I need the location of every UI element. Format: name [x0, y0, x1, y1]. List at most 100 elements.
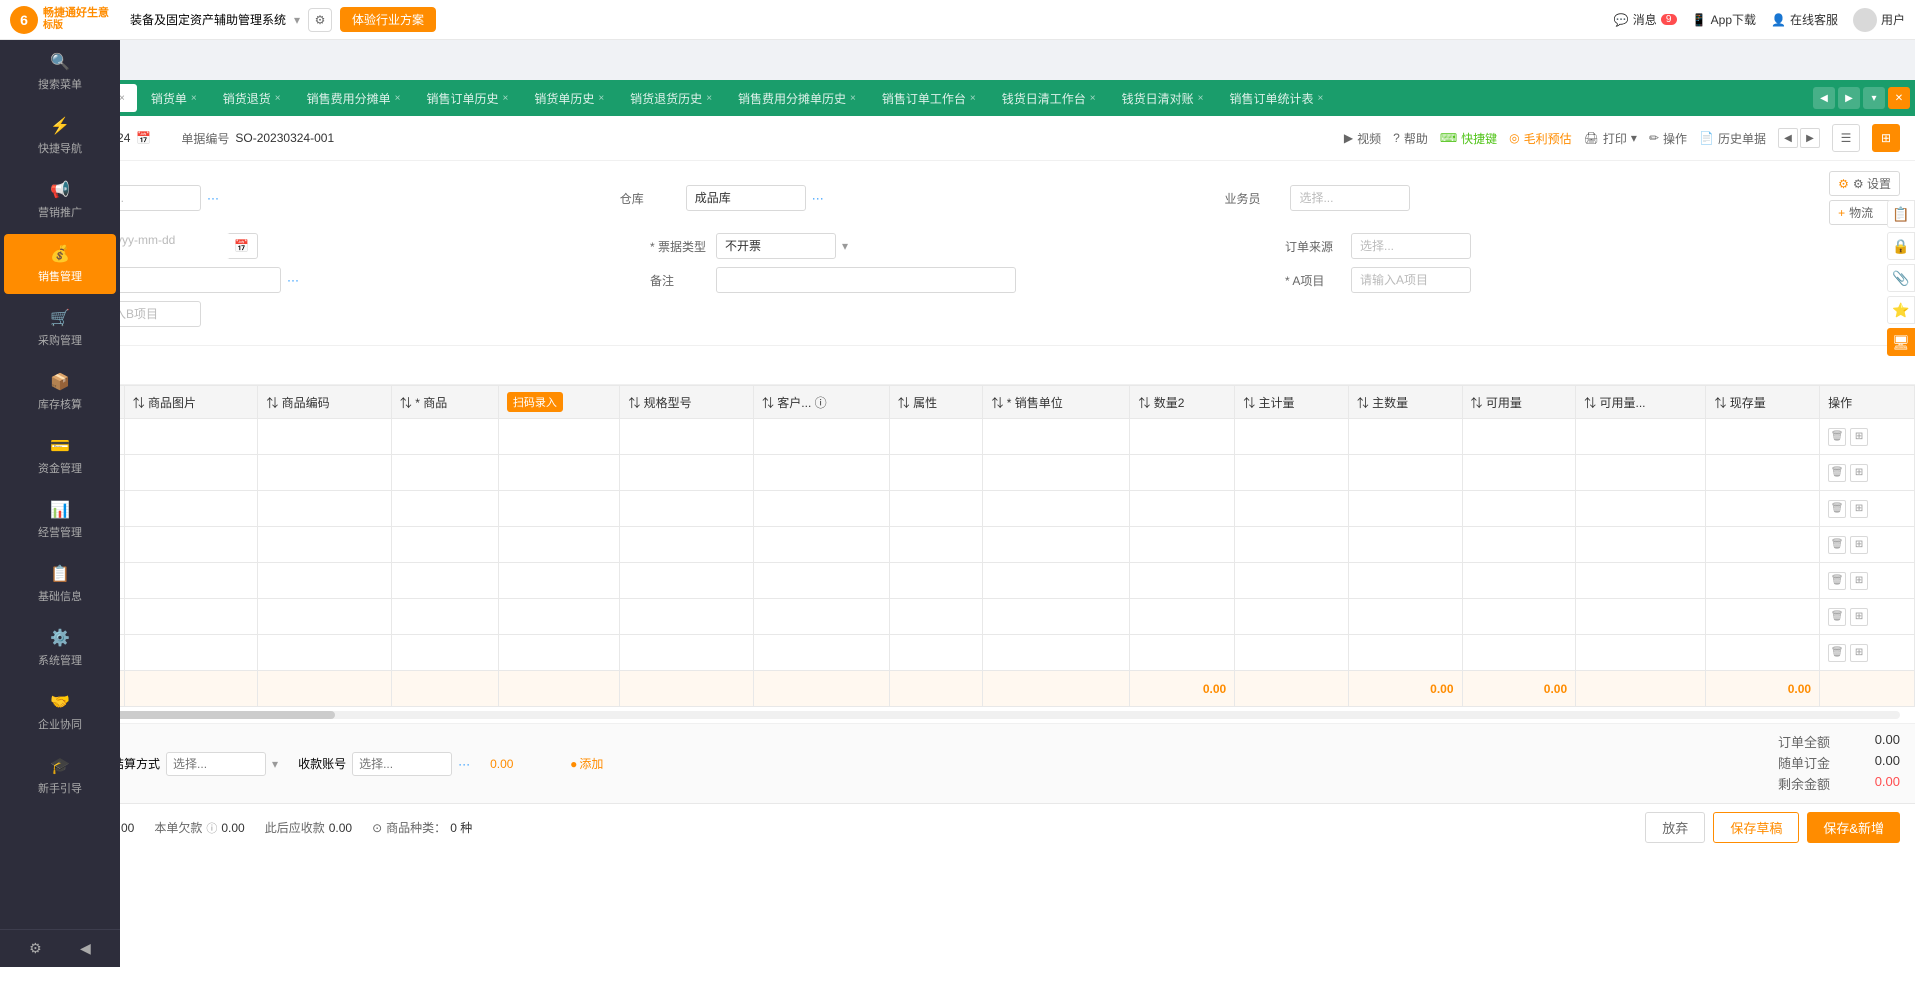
- cell-2-avail[interactable]: [1462, 455, 1576, 491]
- save-draft-button[interactable]: 保存草稿: [1713, 812, 1799, 843]
- row-2-delete-icon[interactable]: 🗑: [1828, 464, 1846, 482]
- tab-order-workbench[interactable]: 销售订单工作台 ×: [870, 84, 988, 112]
- add-button[interactable]: ● 添加: [570, 755, 603, 772]
- cell-1-attr[interactable]: [889, 419, 983, 455]
- row-1-copy-icon[interactable]: ⊞: [1850, 428, 1868, 446]
- cell-2-main-qty[interactable]: [1348, 455, 1462, 491]
- ticket-input[interactable]: 不开票: [716, 233, 836, 259]
- ticket-dropdown-icon[interactable]: ▾: [842, 239, 848, 253]
- print-dropdown-icon[interactable]: ▾: [1631, 131, 1637, 145]
- tab-close-sales-order-history[interactable]: ×: [502, 93, 508, 104]
- payment-method-input[interactable]: [166, 752, 266, 776]
- tab-close-cash-workbench[interactable]: ×: [1090, 93, 1096, 104]
- address-more-icon[interactable]: ···: [287, 273, 299, 287]
- cell-2-attr[interactable]: [889, 455, 983, 491]
- nav-next-button[interactable]: ▶: [1800, 128, 1820, 148]
- cell-1-main-unit[interactable]: [1235, 419, 1349, 455]
- tab-close-sales-expense[interactable]: ×: [395, 93, 401, 104]
- row-5-delete-icon[interactable]: 🗑: [1828, 572, 1846, 590]
- row-1-delete-icon[interactable]: 🗑: [1828, 428, 1846, 446]
- cell-1-customer[interactable]: [753, 419, 889, 455]
- nav-prev-button[interactable]: ◀: [1778, 128, 1798, 148]
- list-view-button[interactable]: ☰: [1832, 124, 1860, 152]
- cell-2-image[interactable]: [124, 455, 258, 491]
- cell-1-avail[interactable]: [1462, 419, 1576, 455]
- row-5-copy-icon[interactable]: ⊞: [1850, 572, 1868, 590]
- tab-sales-expense[interactable]: 销售费用分摊单 ×: [295, 84, 413, 112]
- cell-2-unit[interactable]: [983, 455, 1130, 491]
- tab-goods-history[interactable]: 销货单历史 ×: [522, 84, 616, 112]
- sidebar-item-purchase[interactable]: 🛒 采购管理: [4, 298, 116, 358]
- right-panel-clipboard-button[interactable]: 📋: [1887, 200, 1915, 228]
- customer-more-icon[interactable]: ···: [207, 191, 219, 205]
- tab-sales-stats[interactable]: 销售订单统计表 ×: [1217, 84, 1335, 112]
- cell-1-unit[interactable]: [983, 419, 1130, 455]
- right-panel-screen-button[interactable]: 🖥: [1887, 328, 1915, 356]
- operation-toolbar-item[interactable]: ✏ 操作: [1649, 130, 1687, 147]
- payment-dropdown-icon[interactable]: ▾: [272, 757, 278, 771]
- sidebar-item-marketing[interactable]: 📢 营销推广: [4, 170, 116, 230]
- row-7-delete-icon[interactable]: 🗑: [1828, 644, 1846, 662]
- user-area[interactable]: 用户: [1853, 8, 1905, 32]
- cell-1-code[interactable]: [258, 419, 392, 455]
- settings-float-button[interactable]: ⚙ ⚙ 设置: [1829, 171, 1900, 196]
- tab-prev-button[interactable]: ◀: [1813, 87, 1835, 109]
- discard-button[interactable]: 放弃: [1645, 812, 1705, 843]
- app-download[interactable]: 📱 App下载: [1692, 11, 1756, 28]
- grid-view-button[interactable]: ⊞: [1872, 124, 1900, 152]
- cell-1-product[interactable]: [391, 419, 498, 455]
- tab-close-sales-stats[interactable]: ×: [1317, 93, 1323, 104]
- profit-toolbar-item[interactable]: ◎ 毛利预估: [1509, 130, 1572, 147]
- tab-sales-order-history[interactable]: 销售订单历史 ×: [414, 84, 520, 112]
- tab-cash-workbench[interactable]: 钱货日清工作台 ×: [990, 84, 1108, 112]
- cell-2-spec[interactable]: [620, 455, 754, 491]
- row-3-delete-icon[interactable]: 🗑: [1828, 500, 1846, 518]
- cell-1-avail-ext[interactable]: [1576, 419, 1706, 455]
- sidebar-item-enterprise[interactable]: 🤝 企业协同: [4, 682, 116, 742]
- tab-close-sales-goods[interactable]: ×: [191, 93, 197, 104]
- notification-area[interactable]: 💬 消息 9: [1614, 11, 1677, 28]
- row-4-copy-icon[interactable]: ⊞: [1850, 536, 1868, 554]
- tab-return-history[interactable]: 销货退货历史 ×: [618, 84, 724, 112]
- row-2-copy-icon[interactable]: ⊞: [1850, 464, 1868, 482]
- save-new-button[interactable]: 保存&新增: [1807, 812, 1900, 843]
- delivery-date-input[interactable]: yyyy-mm-dd 📅: [101, 233, 258, 259]
- row-6-delete-icon[interactable]: 🗑: [1828, 608, 1846, 626]
- tab-menu-button[interactable]: ▾: [1863, 87, 1885, 109]
- debit-info-icon[interactable]: ⓘ: [206, 820, 217, 836]
- cell-1-current[interactable]: [1706, 419, 1820, 455]
- horizontal-scrollbar[interactable]: [15, 711, 1900, 719]
- tab-close-expense-history[interactable]: ×: [850, 93, 856, 104]
- solution-button[interactable]: 体验行业方案: [340, 7, 436, 32]
- print-toolbar-item[interactable]: 🖨 打印 ▾: [1584, 130, 1637, 147]
- tab-close-sales-return[interactable]: ×: [275, 93, 281, 104]
- scan-button[interactable]: 扫码录入: [507, 392, 563, 412]
- order-source-input[interactable]: 选择...: [1351, 233, 1471, 259]
- cell-1-main-qty[interactable]: [1348, 419, 1462, 455]
- cell-1-qty2[interactable]: [1130, 419, 1235, 455]
- tab-cash-reconcile[interactable]: 钱货日清对账 ×: [1110, 84, 1216, 112]
- account-more-icon[interactable]: ···: [458, 757, 470, 771]
- right-panel-star-button[interactable]: ⭐: [1887, 296, 1915, 324]
- sidebar-item-inventory[interactable]: 📦 库存核算: [4, 362, 116, 422]
- view-toolbar-item[interactable]: ▶ 视频: [1344, 130, 1381, 147]
- tab-close-order-workbench[interactable]: ×: [970, 93, 976, 104]
- cell-2-qty2[interactable]: [1130, 455, 1235, 491]
- sidebar-item-guide[interactable]: 🎓 新手引导: [4, 746, 116, 806]
- row-3-copy-icon[interactable]: ⊞: [1850, 500, 1868, 518]
- cell-2-main-unit[interactable]: [1235, 455, 1349, 491]
- calendar-icon[interactable]: 📅: [136, 131, 151, 145]
- history-toolbar-item[interactable]: 📄 历史单据: [1699, 130, 1766, 147]
- shortcut-toolbar-item[interactable]: ⌨ 快捷键: [1440, 130, 1497, 147]
- tab-next-button[interactable]: ▶: [1838, 87, 1860, 109]
- tab-close-cash-reconcile[interactable]: ×: [1198, 93, 1204, 104]
- sidebar-item-base-info[interactable]: 📋 基础信息: [4, 554, 116, 614]
- warehouse-more-icon[interactable]: ···: [812, 191, 824, 205]
- tab-sales-goods[interactable]: 销货单 ×: [139, 84, 209, 112]
- cell-2-scan[interactable]: [498, 455, 619, 491]
- account-input[interactable]: [352, 752, 452, 776]
- cell-2-current[interactable]: [1706, 455, 1820, 491]
- sidebar-gear-button[interactable]: ⚙: [29, 940, 42, 957]
- tab-close-goods-history[interactable]: ×: [598, 93, 604, 104]
- cell-2-product[interactable]: [391, 455, 498, 491]
